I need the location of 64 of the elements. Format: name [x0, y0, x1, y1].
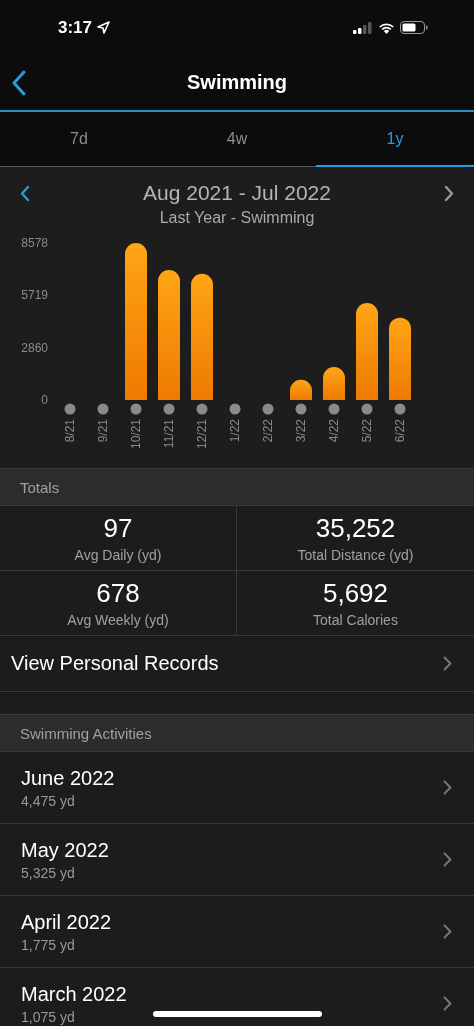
axis-label: 5/22: [360, 419, 374, 443]
axis-label: 3/22: [294, 419, 308, 443]
chart-subtitle: Last Year - Swimming: [158, 209, 316, 227]
bar: [290, 379, 312, 400]
point-marker: [196, 403, 208, 415]
point-marker: [361, 403, 373, 415]
battery-icon: [400, 21, 428, 34]
stat-value: 35,252: [315, 513, 396, 544]
page-title: Swimming: [187, 71, 287, 94]
activity-distance: 5,325 yd: [21, 864, 76, 881]
chevron-icon: [443, 852, 452, 867]
chevron-icon: [443, 780, 452, 795]
activity-distance: 1,075 yd: [21, 1008, 76, 1025]
previous-icon[interactable]: [20, 184, 30, 202]
chevron-icon: [443, 996, 452, 1011]
chevron-icon: [443, 924, 452, 939]
activity-title: April 2022: [21, 910, 112, 934]
stat-value: 97: [103, 513, 133, 544]
status-time: 3:17: [58, 17, 93, 38]
section-header: Totals: [0, 468, 474, 506]
next-icon[interactable]: [444, 184, 454, 202]
activity-title: June 2022: [21, 766, 115, 790]
axis-label: 6/22: [393, 419, 407, 443]
point-marker: [229, 403, 241, 415]
bar: [323, 367, 345, 400]
stat-value: 678: [96, 578, 140, 609]
axis-label: 2860: [21, 340, 48, 355]
back-icon[interactable]: [12, 70, 26, 96]
section-header: Swimming Activities: [0, 714, 474, 752]
axis-label: 1/22: [228, 419, 242, 443]
axis-label: 12/21: [195, 419, 209, 450]
point-marker: [64, 403, 76, 415]
stat-label: Total Distance (yd): [297, 547, 414, 563]
period-tab[interactable]: 4w: [158, 112, 316, 167]
point-marker: [295, 403, 307, 415]
point-marker: [262, 403, 274, 415]
location-arrow-icon: [97, 21, 111, 34]
activity-title: May 2022: [21, 838, 109, 862]
activity-distance: 4,475 yd: [21, 792, 76, 809]
axis-label: 11/21: [162, 419, 176, 449]
date-range: Aug 2021 - Jul 2022: [143, 181, 331, 205]
point-marker: [97, 403, 109, 415]
point-marker: [394, 403, 406, 415]
point-marker: [163, 403, 175, 415]
stat-label: Avg Weekly (yd): [67, 612, 169, 628]
axis-label: 8578: [21, 236, 48, 250]
wifi-icon: [378, 21, 395, 34]
axis-label: 2/22: [261, 419, 275, 443]
axis-label: 0: [41, 393, 48, 407]
signal-icon: [353, 21, 373, 34]
chevron-icon: [443, 656, 452, 671]
point-marker: [130, 403, 142, 415]
axis-label: 4/22: [327, 419, 341, 443]
axis-label: 10/21: [129, 419, 143, 450]
activity-title: March 2022: [21, 982, 127, 1006]
axis-label: 9/21: [96, 419, 110, 443]
axis-label: 5719: [21, 288, 48, 303]
period-tab[interactable]: 7d: [0, 112, 158, 167]
stat-label: Avg Daily (yd): [74, 547, 162, 563]
point-marker: [328, 403, 340, 415]
activity-distance: 1,775 yd: [21, 936, 76, 953]
stat-value: 5,692: [322, 578, 389, 609]
stat-label: Total Calories: [313, 612, 398, 628]
axis-label: 8/21: [63, 419, 77, 443]
